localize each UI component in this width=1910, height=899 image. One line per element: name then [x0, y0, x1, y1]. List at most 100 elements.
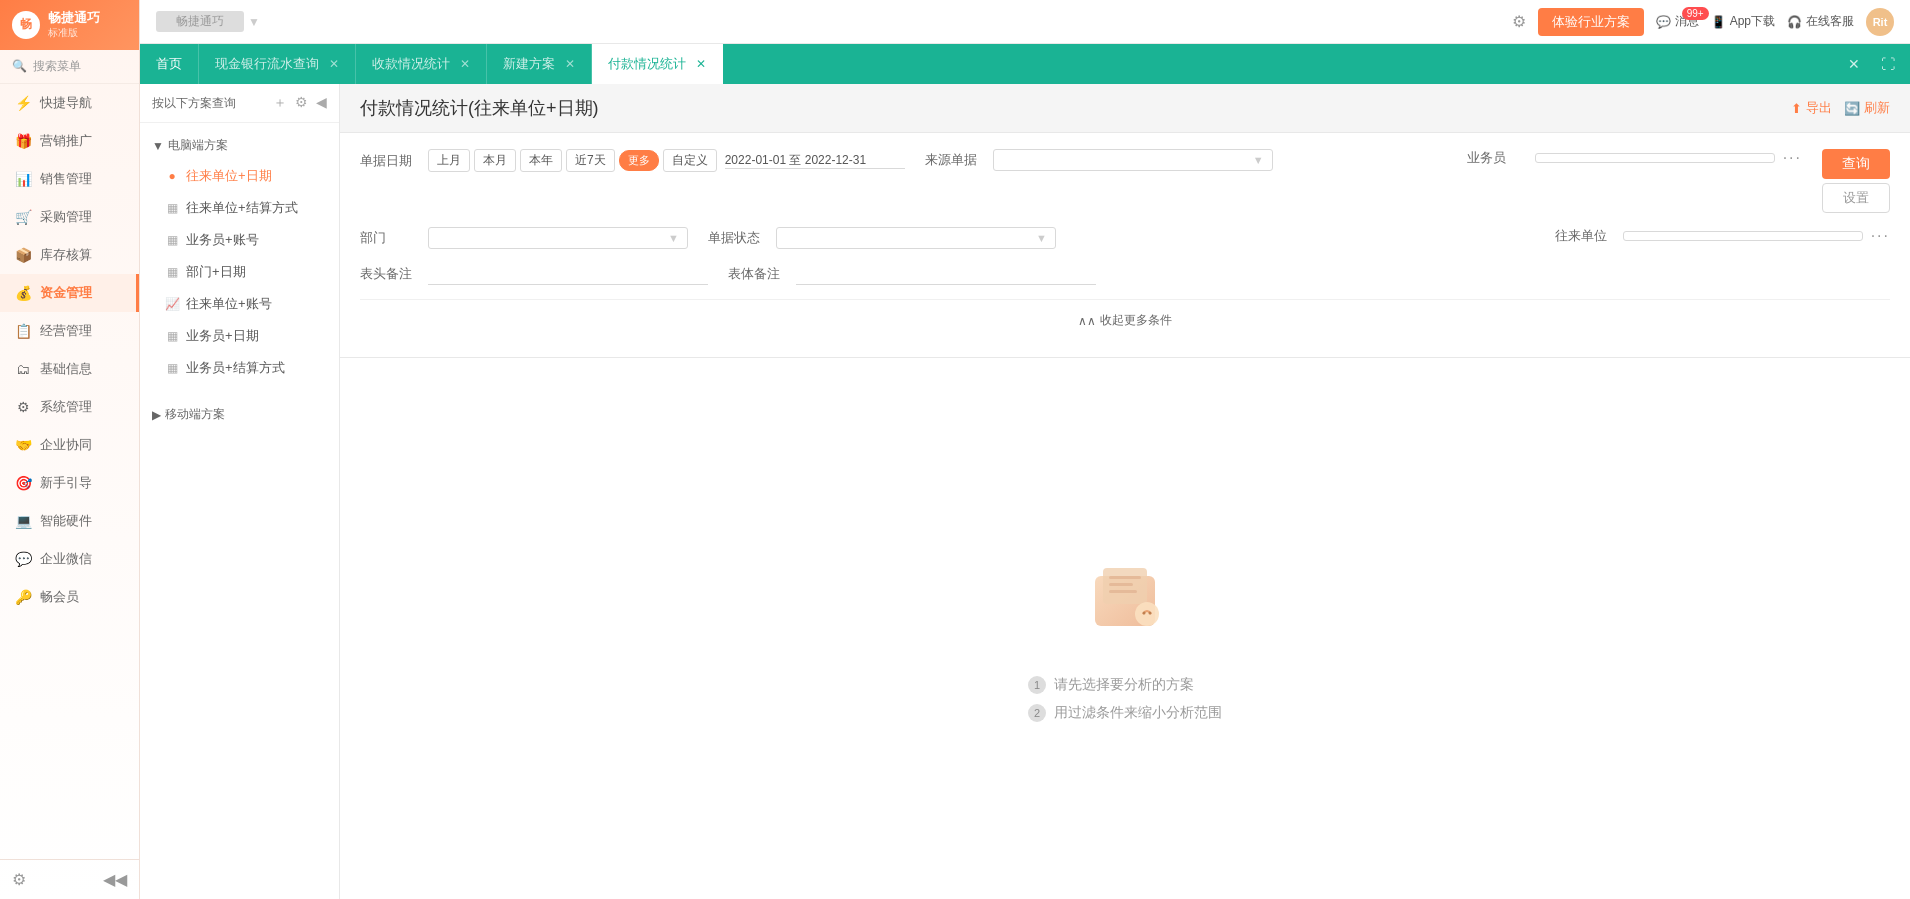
enterprise-icon: 🤝 [14, 436, 32, 454]
related-unit-dots[interactable]: ··· [1871, 227, 1890, 245]
sidebar-item-label: 经营管理 [40, 322, 92, 340]
scheme-icon: ▦ [164, 264, 180, 280]
tab-cash-flow-close[interactable]: ✕ [329, 57, 339, 71]
voucher-status-arrow: ▼ [1036, 232, 1047, 244]
sidebar-item-member[interactable]: 🔑 畅会员 [0, 578, 139, 616]
trial-btn[interactable]: 体验行业方案 [1538, 8, 1644, 36]
mobile-group-title[interactable]: ▶ 移动端方案 [140, 400, 339, 429]
side-panel-settings-icon[interactable]: ⚙ [295, 94, 308, 112]
tab-new-scheme-close[interactable]: ✕ [565, 57, 575, 71]
sidebar-item-quick-nav[interactable]: ⚡ 快捷导航 [0, 84, 139, 122]
search-menu[interactable]: 🔍 搜索菜单 [0, 50, 139, 84]
sidebar-item-label: 基础信息 [40, 360, 92, 378]
topbar-actions: ⚙ 体验行业方案 💬 消息 99+ 📱 App下载 🎧 在线客服 Rit [1512, 8, 1894, 36]
sidebar-item-capital[interactable]: 💰 资金管理 [0, 274, 139, 312]
tabbar-right: ✕ ⛶ [1832, 44, 1910, 84]
filter-settings-btn[interactable]: 设置 [1822, 183, 1890, 213]
staff-dots[interactable]: ··· [1783, 149, 1802, 167]
tab-home[interactable]: 首页 [140, 44, 199, 84]
header-note-input[interactable] [428, 263, 708, 285]
filter-body-note-item: 表体备注 [728, 263, 1890, 285]
user-avatar[interactable]: Rit [1866, 8, 1894, 36]
query-actions: 查询 设置 [1822, 149, 1890, 213]
dept-select[interactable]: ▼ [428, 227, 688, 249]
tab-payment-stats-close[interactable]: ✕ [696, 57, 706, 71]
tab-new-scheme[interactable]: 新建方案 ✕ [487, 44, 592, 84]
tab-new-scheme-label: 新建方案 [503, 55, 555, 73]
tabbar-spacer [723, 44, 1832, 84]
refresh-btn[interactable]: 🔄 刷新 [1844, 99, 1890, 117]
marketing-icon: 🎁 [14, 132, 32, 150]
app-download-btn[interactable]: 📱 App下载 [1711, 13, 1775, 30]
purchase-icon: 🛒 [14, 208, 32, 226]
date-btn-last-month[interactable]: 上月 [428, 149, 470, 172]
tab-payment-stats[interactable]: 付款情况统计 ✕ [592, 44, 723, 84]
scheme-item-label: 往来单位+日期 [186, 167, 272, 185]
collapse-btn[interactable]: ∧∧ 收起更多条件 [1068, 308, 1182, 333]
sidebar-item-system[interactable]: ⚙ 系统管理 [0, 388, 139, 426]
messages-btn[interactable]: 💬 消息 99+ [1656, 13, 1699, 30]
body-note-input[interactable] [796, 263, 1096, 285]
scheme-item-staff-settle[interactable]: ▦ 业务员+结算方式 [140, 352, 339, 384]
side-panel-collapse-icon[interactable]: ◀ [316, 94, 327, 112]
sidebar-item-sales[interactable]: 📊 销售管理 [0, 160, 139, 198]
filter-area: 单据日期 上月 本月 本年 近7天 更多 自定义 [340, 133, 1910, 358]
sidebar-item-label: 畅会员 [40, 588, 79, 606]
sidebar-item-label: 系统管理 [40, 398, 92, 416]
scheme-item-dept-date[interactable]: ▦ 部门+日期 [140, 256, 339, 288]
quick-nav-icon: ⚡ [14, 94, 32, 112]
svg-rect-4 [1109, 590, 1137, 593]
tab-receipt-stats-close[interactable]: ✕ [460, 57, 470, 71]
scheme-item-unit-settle[interactable]: ▦ 往来单位+结算方式 [140, 192, 339, 224]
refresh-icon: 🔄 [1844, 101, 1860, 116]
query-btn[interactable]: 查询 [1822, 149, 1890, 179]
sidebar-item-hardware[interactable]: 💻 智能硬件 [0, 502, 139, 540]
search-label: 搜索菜单 [33, 58, 81, 75]
related-unit-select[interactable] [1623, 231, 1863, 241]
staff-select[interactable] [1535, 153, 1775, 163]
empty-tip-2: 2 用过滤条件来缩小分析范围 [1028, 704, 1222, 722]
source-select[interactable]: ▼ [993, 149, 1273, 171]
empty-tips: 1 请先选择要分析的方案 2 用过滤条件来缩小分析范围 [1028, 676, 1222, 722]
sidebar-item-basic[interactable]: 🗂 基础信息 [0, 350, 139, 388]
main-panel: 付款情况统计(往来单位+日期) ⬆ 导出 🔄 刷新 [340, 84, 1910, 899]
sidebar-item-label: 销售管理 [40, 170, 92, 188]
export-label: 导出 [1806, 99, 1832, 117]
wechat-icon: 💬 [14, 550, 32, 568]
filter-source-item: 来源单据 ▼ [925, 149, 1447, 171]
sidebar-settings-btn[interactable]: ⚙ [12, 870, 26, 889]
tab-cash-flow[interactable]: 现金银行流水查询 ✕ [199, 44, 356, 84]
sidebar-item-marketing[interactable]: 🎁 营销推广 [0, 122, 139, 160]
date-btn-this-month[interactable]: 本月 [474, 149, 516, 172]
online-service-btn[interactable]: 🎧 在线客服 [1787, 13, 1854, 30]
scheme-item-staff-date[interactable]: ▦ 业务员+日期 [140, 320, 339, 352]
date-btn-this-year[interactable]: 本年 [520, 149, 562, 172]
sidebar-item-enterprise[interactable]: 🤝 企业协同 [0, 426, 139, 464]
close-all-tab-btn[interactable]: ✕ [1840, 50, 1868, 78]
sidebar-item-wechat[interactable]: 💬 企业微信 [0, 540, 139, 578]
svg-point-6 [1143, 611, 1146, 614]
export-btn[interactable]: ⬆ 导出 [1791, 99, 1832, 117]
scheme-item-staff-account[interactable]: ▦ 业务员+账号 [140, 224, 339, 256]
topbar-gear-icon[interactable]: ⚙ [1512, 12, 1526, 31]
svg-point-7 [1149, 611, 1152, 614]
sidebar-item-purchase[interactable]: 🛒 采购管理 [0, 198, 139, 236]
side-panel-add-icon[interactable]: ＋ [273, 94, 287, 112]
date-btn-7days[interactable]: 近7天 [566, 149, 615, 172]
sidebar-item-guide[interactable]: 🎯 新手引导 [0, 464, 139, 502]
sidebar-item-inventory[interactable]: 📦 库存核算 [0, 236, 139, 274]
date-btn-more[interactable]: 更多 [619, 150, 659, 171]
sidebar-collapse-btn[interactable]: ◀◀ [103, 870, 127, 889]
desktop-group-title[interactable]: ▼ 电脑端方案 [140, 131, 339, 160]
breadcrumb: 畅捷通巧 ▼ [156, 11, 1500, 32]
scheme-item-unit-account[interactable]: 📈 往来单位+账号 [140, 288, 339, 320]
voucher-status-select[interactable]: ▼ [776, 227, 1056, 249]
sidebar-item-operations[interactable]: 📋 经营管理 [0, 312, 139, 350]
date-range-input[interactable] [725, 154, 905, 169]
edition-label: 标准版 [48, 26, 100, 40]
scheme-item-unit-date[interactable]: ● 往来单位+日期 [140, 160, 339, 192]
main-area: 畅捷通巧 ▼ ⚙ 体验行业方案 💬 消息 99+ 📱 App下载 🎧 在线客服 … [140, 0, 1910, 899]
fullscreen-btn[interactable]: ⛶ [1874, 50, 1902, 78]
tab-receipt-stats[interactable]: 收款情况统计 ✕ [356, 44, 487, 84]
date-btn-custom[interactable]: 自定义 [663, 149, 717, 172]
